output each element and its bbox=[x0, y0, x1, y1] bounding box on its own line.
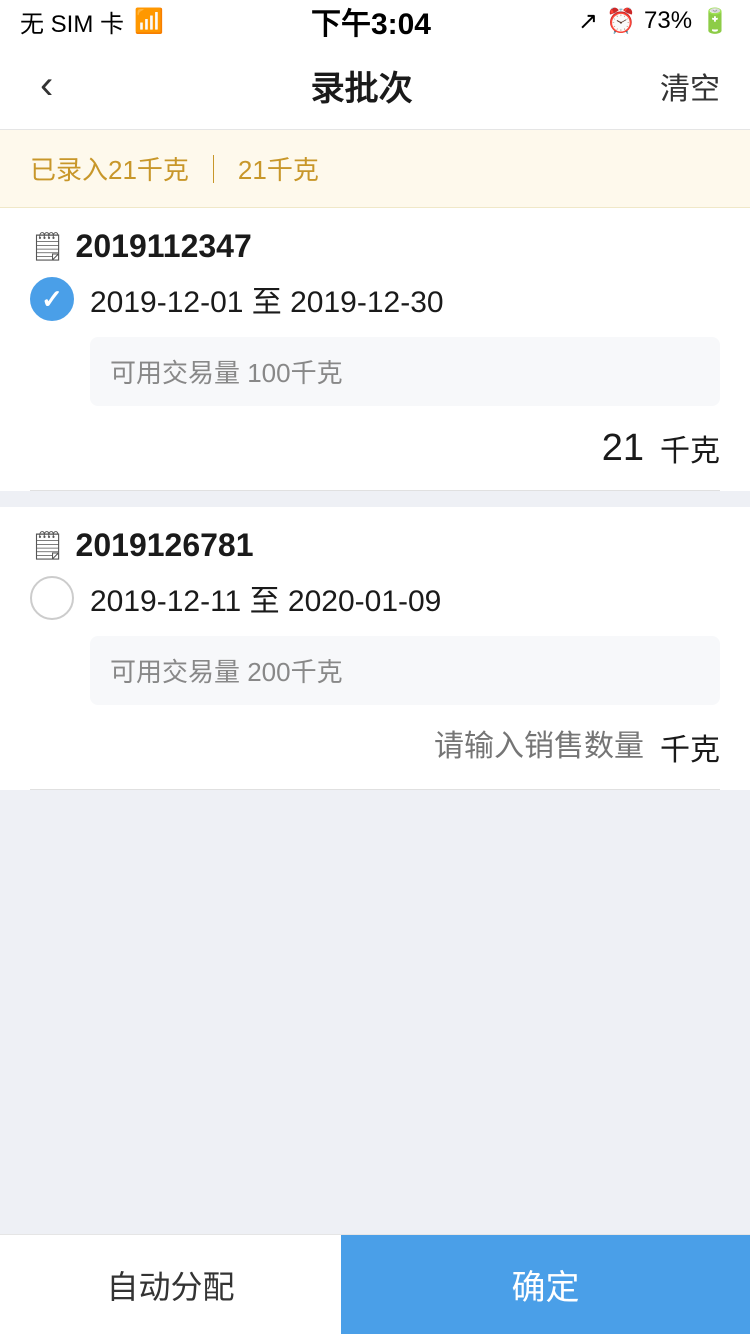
batch-amount-input-2[interactable] bbox=[384, 730, 644, 764]
radio-selected-1[interactable] bbox=[30, 277, 74, 321]
batch-id-1: 2019112347 bbox=[76, 228, 252, 265]
batch-header-1: 🗒 2019112347 bbox=[30, 228, 720, 265]
wifi-icon: 📶 bbox=[134, 7, 164, 36]
auto-distribute-button[interactable]: 自动分配 bbox=[0, 1235, 341, 1334]
batch-amount-input-1[interactable] bbox=[524, 427, 644, 470]
confirm-button[interactable]: 确定 bbox=[341, 1235, 750, 1334]
section-separator bbox=[0, 491, 750, 507]
signal-text: 无 SIM 卡 bbox=[20, 4, 124, 39]
batch-avail-text-2: 可用交易量 200千克 bbox=[110, 657, 343, 687]
entered-label: 已录入21千克 bbox=[30, 150, 189, 187]
nav-bar: ‹ 录批次 清空 bbox=[0, 42, 750, 130]
batch-unit-2: 千克 bbox=[660, 725, 720, 769]
batch-card-2: 🗒 2019126781 2019-12-11 至 2020-01-09 可用交… bbox=[0, 507, 750, 790]
bottom-bar: 自动分配 确定 bbox=[0, 1234, 750, 1334]
batch-icon-1: 🗒 bbox=[30, 230, 66, 263]
batch-header-2: 🗒 2019126781 bbox=[30, 527, 720, 564]
batch-date-row-1: 2019-12-01 至 2019-12-30 bbox=[30, 277, 720, 321]
status-right: ↗ ⏰ 73% 🔋 bbox=[578, 7, 730, 36]
batch-date-1: 2019-12-01 至 2019-12-30 bbox=[90, 277, 444, 321]
alarm-icon: ⏰ bbox=[606, 7, 636, 36]
batch-date-row-2: 2019-12-11 至 2020-01-09 bbox=[30, 576, 720, 620]
batch-card-1: 🗒 2019112347 2019-12-01 至 2019-12-30 可用交… bbox=[0, 208, 750, 491]
batch-icon-2: 🗒 bbox=[30, 529, 66, 562]
status-time: 下午3:04 bbox=[311, 0, 431, 43]
summary-bar: 已录入21千克 21千克 bbox=[0, 130, 750, 208]
summary-divider bbox=[213, 155, 214, 183]
radio-unselected-2[interactable] bbox=[30, 576, 74, 620]
status-bar: 无 SIM 卡 📶 下午3:04 ↗ ⏰ 73% 🔋 bbox=[0, 0, 750, 42]
clear-button[interactable]: 清空 bbox=[660, 64, 720, 108]
empty-area bbox=[0, 790, 750, 1234]
batch-date-2: 2019-12-11 至 2020-01-09 bbox=[90, 576, 441, 620]
location-icon: ↗ bbox=[578, 7, 598, 36]
batch-id-2: 2019126781 bbox=[76, 527, 254, 564]
back-button[interactable]: ‹ bbox=[30, 53, 63, 118]
batch-amount-row-2: 千克 bbox=[30, 705, 720, 790]
page-title: 录批次 bbox=[311, 61, 413, 110]
battery-percent: 73% bbox=[644, 7, 692, 35]
batch-avail-box-2: 可用交易量 200千克 bbox=[90, 636, 720, 705]
batch-unit-1: 千克 bbox=[660, 426, 720, 470]
batch-avail-box-1: 可用交易量 100千克 bbox=[90, 337, 720, 406]
batch-avail-text-1: 可用交易量 100千克 bbox=[110, 358, 343, 388]
status-left: 无 SIM 卡 📶 bbox=[20, 4, 164, 39]
batch-amount-row-1: 千克 bbox=[30, 406, 720, 491]
battery-icon: 🔋 bbox=[700, 7, 730, 36]
summary-value: 21千克 bbox=[238, 150, 319, 187]
